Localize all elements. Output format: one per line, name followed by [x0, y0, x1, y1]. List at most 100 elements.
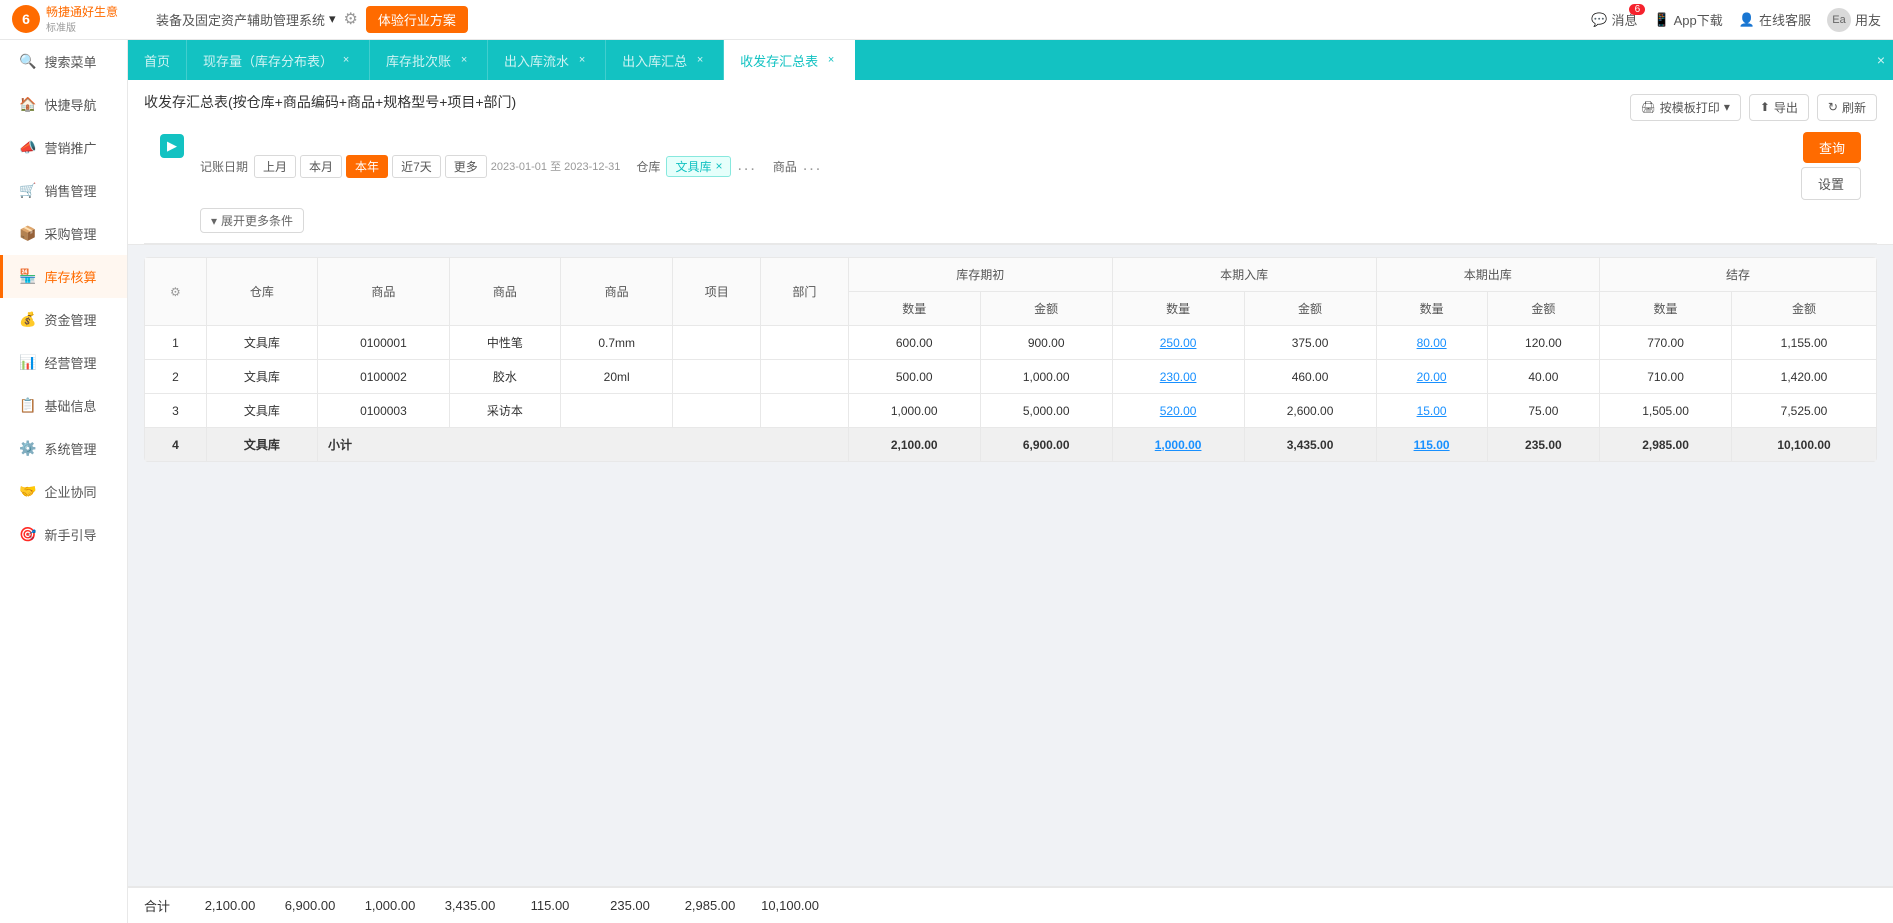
app-download-btn[interactable]: 📱 App下载: [1653, 10, 1722, 29]
th-in-qty: 数量: [1112, 292, 1244, 326]
th-opening: 库存期初: [848, 258, 1112, 292]
date-btn-7days[interactable]: 近7天: [392, 155, 441, 178]
tab-recv-send-summary[interactable]: 收发存汇总表 ×: [724, 40, 855, 80]
sidebar-item-search[interactable]: 🔍 搜索菜单: [0, 40, 127, 83]
date-range-display: 2023-01-01 至 2023-12-31: [491, 158, 621, 174]
main-layout: 🔍 搜索菜单 🏠 快捷导航 📣 营销推广 🛒 销售管理 📦 采购管理 🏪 库存核…: [0, 40, 1893, 923]
date-btn-this-month[interactable]: 本月: [300, 155, 342, 178]
subtotal-in-qty[interactable]: 1,000.00: [1112, 428, 1244, 462]
sidebar-item-marketing[interactable]: 📣 营销推广: [0, 126, 127, 169]
sidebar-item-finance[interactable]: 💰 资金管理: [0, 298, 127, 341]
settings-icon[interactable]: ⚙: [344, 9, 358, 29]
sidebar-item-inventory[interactable]: 🏪 库存核算: [0, 255, 127, 298]
purchase-icon: 📦: [19, 225, 36, 242]
sidebar-item-collab[interactable]: 🤝 企业协同: [0, 470, 127, 513]
print-btn[interactable]: 🖨 按模板打印 ▾: [1630, 94, 1741, 121]
sidebar-label-finance: 资金管理: [44, 310, 96, 329]
expand-conditions-btn[interactable]: ▾ 展开更多条件: [200, 208, 304, 233]
service-btn[interactable]: 👤 在线客服: [1739, 10, 1811, 29]
total-values: 2,100.00 6,900.00 1,000.00 3,435.00 115.…: [190, 898, 830, 913]
sidebar-item-system[interactable]: ⚙️ 系统管理: [0, 427, 127, 470]
user-label: 用友: [1855, 10, 1881, 29]
th-open-qty: 数量: [848, 292, 980, 326]
row1-out-amt: 120.00: [1487, 326, 1599, 360]
filter-row-1: 记账日期 上月 本月 本年 近7天 更多 2023-01-01 至 2023-1…: [200, 132, 1861, 200]
experience-btn[interactable]: 体验行业方案: [366, 6, 468, 33]
row2-in-qty[interactable]: 230.00: [1112, 360, 1244, 394]
goods-filter-label: 商品: [773, 158, 797, 175]
sidebar-item-operation[interactable]: 📊 经营管理: [0, 341, 127, 384]
system-name-dropdown[interactable]: 装备及固定资产辅助管理系统 ▾: [148, 10, 336, 29]
tab-close-inout-summary[interactable]: ×: [693, 53, 707, 67]
filter-toggle-btn[interactable]: ▶: [160, 134, 184, 158]
sidebar-label-basic: 基础信息: [44, 396, 96, 415]
th-goods-name: 商品: [449, 258, 560, 326]
data-table: ⚙ 仓库 商品 商品 商品 项目 部门 库存期初 本期入库 本期出库 结存: [144, 257, 1877, 462]
th-outgoing: 本期出库: [1376, 258, 1600, 292]
row3-close-qty: 1,505.00: [1600, 394, 1732, 428]
sidebar-item-guide[interactable]: 🎯 新手引导: [0, 513, 127, 556]
date-btn-last-month[interactable]: 上月: [254, 155, 296, 178]
goods-filter-dots[interactable]: ...: [803, 157, 822, 175]
row3-in-qty[interactable]: 520.00: [1112, 394, 1244, 428]
tab-close-batch-account[interactable]: ×: [457, 53, 471, 67]
tab-batch-account[interactable]: 库存批次账 ×: [370, 40, 488, 80]
tab-bar-close-icon[interactable]: ×: [1869, 52, 1893, 68]
tab-inout-summary[interactable]: 出入库汇总 ×: [606, 40, 724, 80]
query-btn[interactable]: 查询: [1803, 132, 1861, 163]
row1-warehouse: 文具库: [206, 326, 317, 360]
app-label: App下载: [1674, 10, 1723, 29]
refresh-btn[interactable]: ↻ 刷新: [1817, 94, 1877, 121]
row1-dept: [761, 326, 849, 360]
export-btn[interactable]: ⬆ 导出: [1749, 94, 1809, 121]
sidebar-label-system: 系统管理: [44, 439, 96, 458]
sidebar-label-marketing: 营销推广: [44, 138, 96, 157]
warehouse-tag-close-icon[interactable]: ×: [715, 159, 722, 173]
total-open-amt: 6,900.00: [270, 898, 350, 913]
sidebar-item-purchase[interactable]: 📦 采购管理: [0, 212, 127, 255]
row3-dept: [761, 394, 849, 428]
collab-icon: 🤝: [19, 483, 36, 500]
th-settings[interactable]: ⚙: [145, 258, 207, 326]
sidebar-item-sales[interactable]: 🛒 销售管理: [0, 169, 127, 212]
tab-inout-flow[interactable]: 出入库流水 ×: [488, 40, 606, 80]
sidebar-item-quick[interactable]: 🏠 快捷导航: [0, 83, 127, 126]
th-dept: 部门: [761, 258, 849, 326]
setting-btn[interactable]: 设置: [1801, 167, 1861, 200]
table-row: 3 文具库 0100003 采访本 1,000.00 5,000.00 520.…: [145, 394, 1877, 428]
tab-close-recv-send-summary[interactable]: ×: [824, 53, 838, 67]
row1-in-qty[interactable]: 250.00: [1112, 326, 1244, 360]
system-icon: ⚙️: [19, 440, 36, 457]
subtotal-out-amt: 235.00: [1487, 428, 1599, 462]
service-icon: 👤: [1739, 12, 1755, 28]
row1-close-qty: 770.00: [1600, 326, 1732, 360]
tab-home[interactable]: 首页: [128, 40, 187, 80]
sidebar-item-basic[interactable]: 📋 基础信息: [0, 384, 127, 427]
row1-num: 1: [145, 326, 207, 360]
row3-out-qty[interactable]: 15.00: [1376, 394, 1487, 428]
table-row: 1 文具库 0100001 中性笔 0.7mm 600.00 900.00 25…: [145, 326, 1877, 360]
tab-inventory-dist[interactable]: 现存量（库存分布表） ×: [187, 40, 370, 80]
row1-out-qty[interactable]: 80.00: [1376, 326, 1487, 360]
message-btn[interactable]: 💬 消息 6: [1591, 10, 1637, 29]
date-btn-this-year[interactable]: 本年: [346, 155, 388, 178]
user-menu[interactable]: Ea 用友: [1827, 8, 1881, 32]
tab-inout-flow-label: 出入库流水: [504, 51, 569, 70]
tab-close-inventory-dist[interactable]: ×: [339, 53, 353, 67]
row2-goods-spec: 20ml: [560, 360, 672, 394]
warehouse-filter-dots[interactable]: ...: [737, 157, 756, 175]
date-btn-more[interactable]: 更多: [445, 155, 487, 178]
sidebar-label-quick: 快捷导航: [44, 95, 96, 114]
col-settings-icon[interactable]: ⚙: [170, 285, 181, 299]
subtotal-out-qty[interactable]: 115.00: [1376, 428, 1487, 462]
tab-close-inout-flow[interactable]: ×: [575, 53, 589, 67]
print-icon: 🖨: [1641, 100, 1656, 114]
row3-goods-code: 0100003: [317, 394, 449, 428]
warehouse-filter-field: 仓库 文具库 × ...: [636, 156, 756, 177]
warehouse-tag-value: 文具库: [675, 158, 711, 175]
top-bar-right: 💬 消息 6 📱 App下载 👤 在线客服 Ea 用友: [1591, 8, 1881, 32]
row1-open-amt: 900.00: [980, 326, 1112, 360]
row2-out-qty[interactable]: 20.00: [1376, 360, 1487, 394]
row3-out-amt: 75.00: [1487, 394, 1599, 428]
warehouse-tag[interactable]: 文具库 ×: [666, 156, 731, 177]
